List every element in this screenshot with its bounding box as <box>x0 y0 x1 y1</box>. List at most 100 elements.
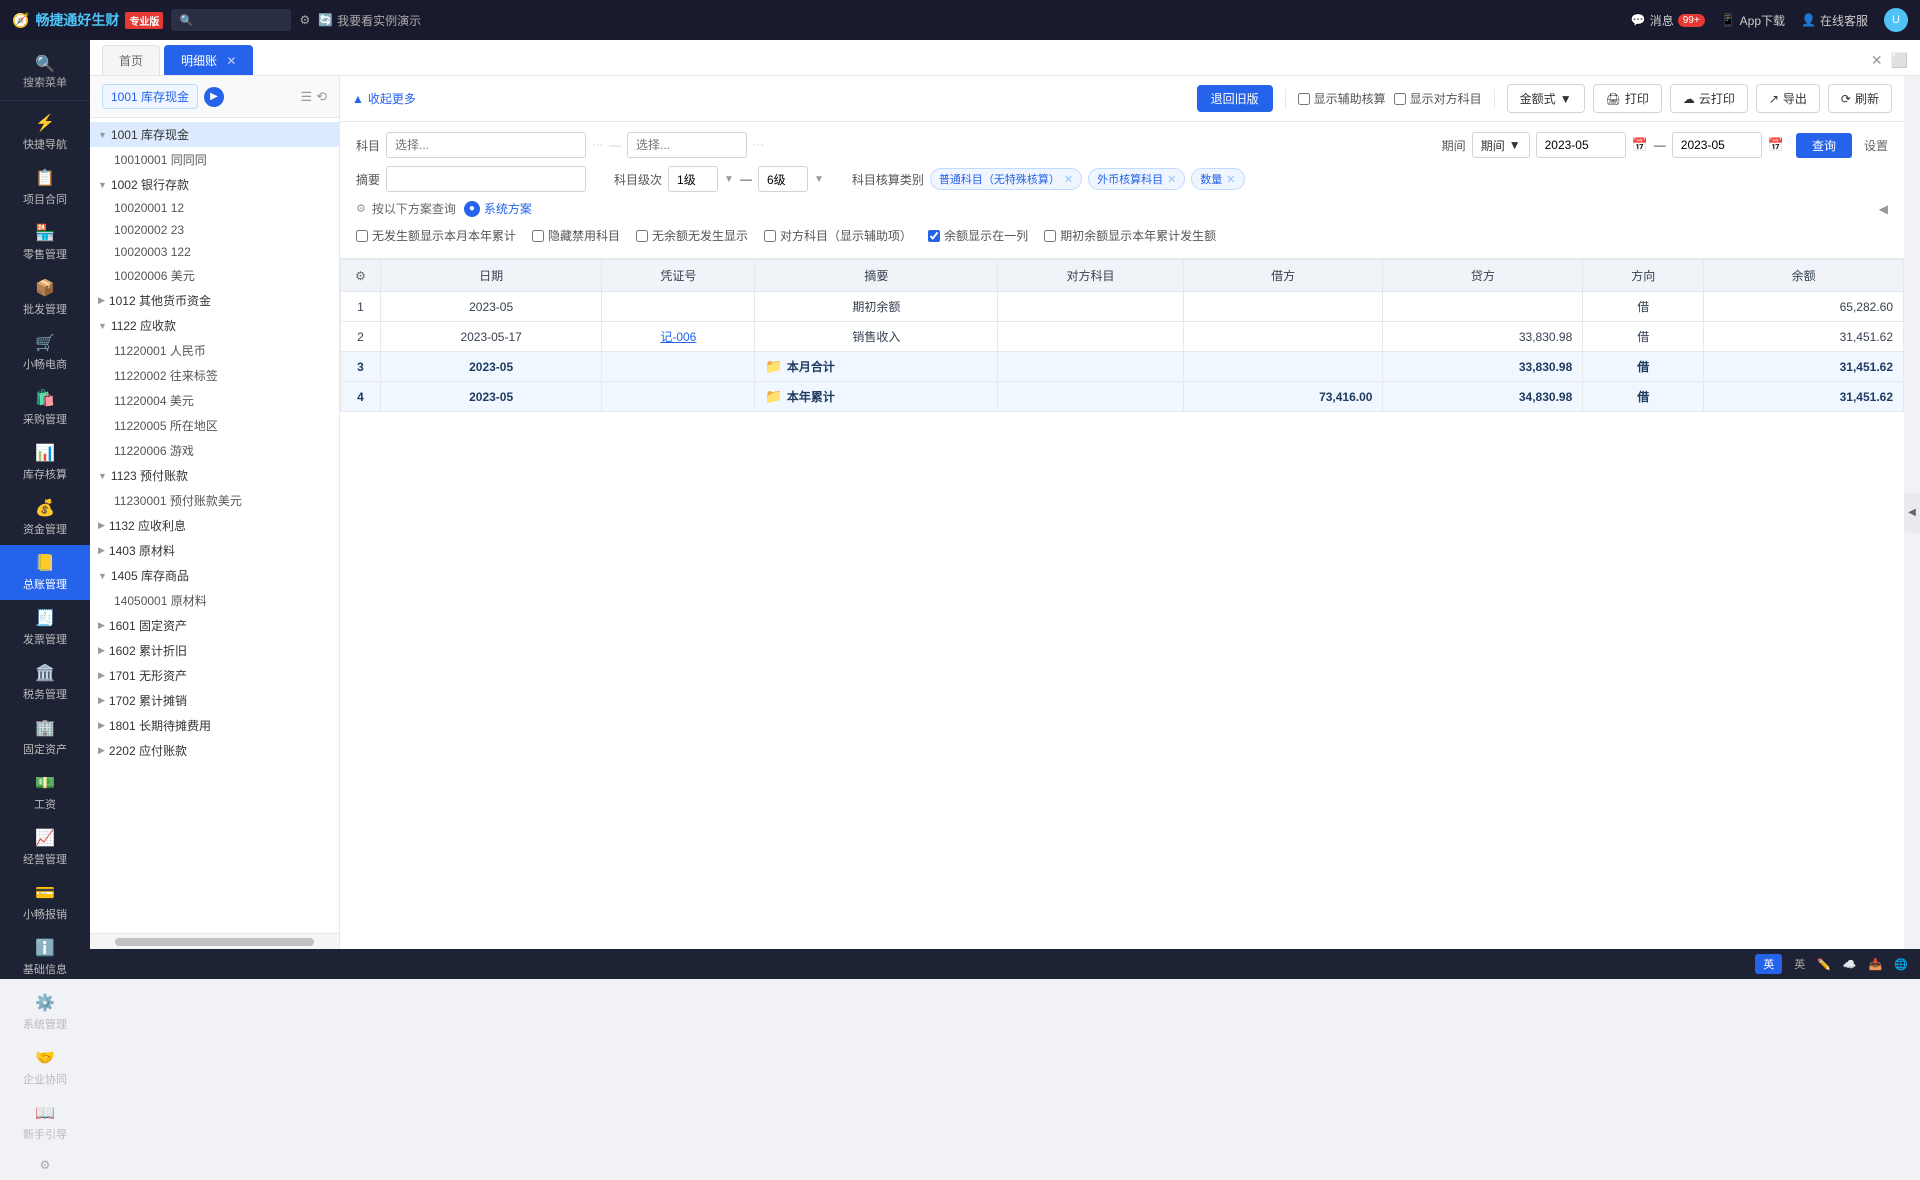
tree-item-11230001[interactable]: 11230001 预付账款美元 <box>90 488 339 513</box>
summary-input[interactable] <box>386 166 586 192</box>
tree-item-11220006[interactable]: 11220006 游戏 <box>90 438 339 463</box>
tree-list-icon[interactable]: ☰ <box>300 89 312 105</box>
status-item-global[interactable]: 🌐 <box>1894 958 1908 971</box>
check-no-balance[interactable]: 无发生额显示本月本年累计 <box>356 227 516 244</box>
tag-remove-1[interactable]: ✕ <box>1064 173 1073 186</box>
level-end-input[interactable] <box>758 166 808 192</box>
check-opposite-subject[interactable]: 对方科目（显示辅助项） <box>764 227 912 244</box>
sidebar-item-inventory[interactable]: 📊 库存核算 <box>0 435 90 490</box>
sidebar-item-search-menu[interactable]: 🔍 搜索菜单 <box>0 48 90 101</box>
lang-switch-btn[interactable]: 英 <box>1755 954 1782 974</box>
sidebar-item-ops[interactable]: 📈 经营管理 <box>0 820 90 875</box>
tag-remove-3[interactable]: ✕ <box>1226 173 1235 186</box>
show-opposite-checkbox[interactable] <box>1394 93 1406 105</box>
tree-item-1001[interactable]: ▼ 1001 库存现金 <box>90 122 339 147</box>
tree-item-1012[interactable]: ▶ 1012 其他货币资金 <box>90 288 339 313</box>
tree-item-2202[interactable]: ▶ 2202 应付账款 <box>90 738 339 763</box>
right-collapse-btn[interactable]: ◀ <box>1904 493 1920 533</box>
column-settings-icon[interactable]: ⚙ <box>355 269 366 283</box>
check-hide-disabled[interactable]: 隐藏禁用科目 <box>532 227 620 244</box>
current-account-btn[interactable]: 1001 库存现金 <box>102 84 198 109</box>
demo-btn[interactable]: 🔄 我要看实例演示 <box>318 12 421 29</box>
sidebar-item-ecommerce[interactable]: 🛒 小畅电商 <box>0 325 90 380</box>
show-aux-check[interactable]: 显示辅助核算 <box>1298 90 1386 107</box>
query-btn[interactable]: 查询 <box>1796 133 1852 158</box>
status-item-edit[interactable]: ✏️ <box>1817 958 1831 971</box>
sidebar-item-purchase[interactable]: 🛍️ 采购管理 <box>0 380 90 435</box>
sidebar-item-invoice[interactable]: 🧾 发票管理 <box>0 600 90 655</box>
tree-item-10020001[interactable]: 10020001 12 <box>90 197 339 219</box>
sidebar-settings-icon[interactable]: ⚙ <box>0 1150 90 1180</box>
status-item-download[interactable]: 📥 <box>1869 958 1883 971</box>
tree-item-1002[interactable]: ▼ 1002 银行存款 <box>90 172 339 197</box>
opposite-subject-checkbox[interactable] <box>764 230 776 242</box>
hide-disabled-checkbox[interactable] <box>532 230 544 242</box>
app-download-btn[interactable]: 📱 App下载 <box>1721 12 1785 29</box>
cloud-print-btn[interactable]: ☁ 云打印 <box>1670 84 1748 113</box>
tree-item-10020003[interactable]: 10020003 122 <box>90 241 339 263</box>
tab-close-icon[interactable]: ✕ <box>226 54 236 68</box>
settings-link[interactable]: 设置 <box>1864 137 1888 154</box>
sidebar-item-xc-sales[interactable]: 💳 小畅报销 <box>0 875 90 930</box>
sidebar-item-tax[interactable]: 🏛️ 税务管理 <box>0 655 90 710</box>
refresh-btn[interactable]: ⟳ 刷新 <box>1828 84 1892 113</box>
tree-item-11220002[interactable]: 11220002 往来标签 <box>90 363 339 388</box>
user-avatar[interactable]: U <box>1884 8 1908 32</box>
td-voucher-2[interactable]: 记-006 <box>602 322 755 352</box>
tree-item-1123[interactable]: ▼ 1123 预付账款 <box>90 463 339 488</box>
tree-item-14050001[interactable]: 14050001 原材料 <box>90 588 339 613</box>
tree-item-1602[interactable]: ▶ 1602 累计折旧 <box>90 638 339 663</box>
sidebar-item-enterprise-coop[interactable]: 🤝 企业协同 <box>0 1040 90 1095</box>
print-btn[interactable]: 🖨 打印 <box>1593 84 1662 113</box>
navigate-next-btn[interactable]: ▶ <box>204 87 224 107</box>
tree-item-11220004[interactable]: 11220004 美元 <box>90 388 339 413</box>
tag-remove-2[interactable]: ✕ <box>1167 173 1176 186</box>
sidebar-item-retail[interactable]: 🏪 零售管理 <box>0 215 90 270</box>
check-no-balance-show[interactable]: 无余额无发生显示 <box>636 227 748 244</box>
tree-item-11220001[interactable]: 11220001 人民币 <box>90 338 339 363</box>
balance-one-col-checkbox[interactable] <box>928 230 940 242</box>
tree-item-1132[interactable]: ▶ 1132 应收利息 <box>90 513 339 538</box>
level-dropdown[interactable]: ▼ <box>724 174 734 185</box>
export-btn[interactable]: ↗ 导出 <box>1756 84 1820 113</box>
online-service-btn[interactable]: 👤 在线客服 <box>1801 12 1868 29</box>
calendar-start-icon[interactable]: 📅 <box>1632 137 1648 153</box>
tree-expand-icon[interactable]: ⟲ <box>316 89 327 105</box>
sidebar-item-capital[interactable]: 💰 资金管理 <box>0 490 90 545</box>
period-type-select[interactable]: 期间 ▼ <box>1472 132 1530 158</box>
status-item-1[interactable]: 英 <box>1794 956 1805 972</box>
period-end-input[interactable] <box>1672 132 1762 158</box>
tree-item-1701[interactable]: ▶ 1701 无形资产 <box>90 663 339 688</box>
status-item-cloud[interactable]: ☁️ <box>1843 958 1857 971</box>
collapse-more-btn[interactable]: ▲ 收起更多 <box>352 90 416 107</box>
tree-item-10020002[interactable]: 10020002 23 <box>90 219 339 241</box>
scheme-btn[interactable]: 系统方案 <box>484 200 532 217</box>
settings-circle-icon[interactable]: ⚙ <box>356 202 366 215</box>
subject-end-input[interactable] <box>627 132 747 158</box>
tree-item-1702[interactable]: ▶ 1702 累计摊销 <box>90 688 339 713</box>
level-start-input[interactable] <box>668 166 718 192</box>
tree-item-10020006[interactable]: 10020006 美元 <box>90 263 339 288</box>
maximize-icon[interactable]: ⬜ <box>1891 52 1908 69</box>
tree-item-1405[interactable]: ▼ 1405 库存商品 <box>90 563 339 588</box>
tree-scrollbar[interactable] <box>90 933 339 949</box>
collapse-arrow-left[interactable]: ◀ <box>1879 202 1888 216</box>
tree-item-1122[interactable]: ▼ 1122 应收款 <box>90 313 339 338</box>
tab-detail-ledger[interactable]: 明细账 ✕ <box>164 45 253 75</box>
sidebar-item-new-guide[interactable]: 📖 新手引导 <box>0 1095 90 1150</box>
tree-item-1403[interactable]: ▶ 1403 原材料 <box>90 538 339 563</box>
sidebar-item-project-contract[interactable]: 📋 项目合同 <box>0 160 90 215</box>
tab-home[interactable]: 首页 <box>102 45 160 75</box>
close-panel-icon[interactable]: ✕ <box>1871 52 1883 69</box>
return-old-version-btn[interactable]: 退回旧版 <box>1197 85 1273 112</box>
calendar-end-icon[interactable]: 📅 <box>1768 137 1784 153</box>
level-end-dropdown[interactable]: ▼ <box>814 174 824 185</box>
show-opposite-check[interactable]: 显示对方科目 <box>1394 90 1482 107</box>
sidebar-item-payroll[interactable]: 💵 工资 <box>0 765 90 820</box>
show-aux-checkbox[interactable] <box>1298 93 1310 105</box>
sidebar-item-general-ledger[interactable]: 📒 总账管理 <box>0 545 90 600</box>
sidebar-item-fixed-assets[interactable]: 🏢 固定资产 <box>0 710 90 765</box>
tree-item-1801[interactable]: ▶ 1801 长期待摊费用 <box>90 713 339 738</box>
sidebar-item-quick-nav[interactable]: ⚡ 快捷导航 <box>0 105 90 160</box>
amount-style-btn[interactable]: 金额式 ▼ <box>1507 84 1585 113</box>
